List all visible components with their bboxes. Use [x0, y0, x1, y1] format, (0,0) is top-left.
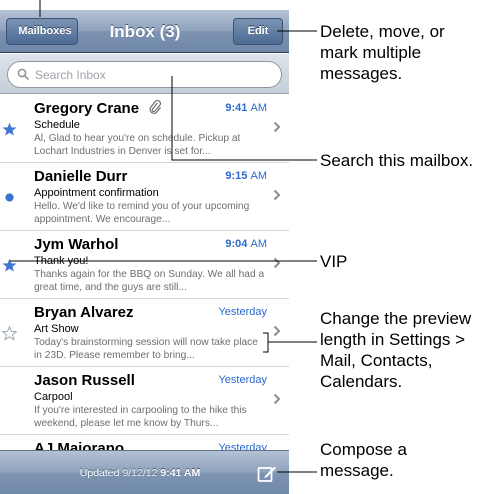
message-time-ampm: AM [250, 170, 268, 182]
message-sender: Danielle Durr [34, 168, 128, 185]
chevron-right-icon [273, 257, 281, 269]
message-time: 9:04 AM [225, 238, 267, 250]
message-row[interactable]: Jason Russell Yesterday Carpool If you're i… [0, 367, 289, 435]
message-sender: Gregory Crane [34, 100, 140, 117]
message-row[interactable]: Gregory Crane 9:41 AM Schedule Al, Glad to … [0, 95, 289, 163]
callout-preview-line: Mail, Contacts, [320, 351, 433, 370]
message-time: Yesterday [218, 306, 267, 318]
bottom-toolbar: Updated 9/12/12 9:41 AM [0, 450, 289, 494]
inbox-title: Inbox (3) [109, 22, 181, 41]
vip-star-icon [2, 258, 17, 273]
callout-vip-line: VIP [320, 252, 348, 271]
search-field[interactable] [7, 61, 282, 88]
updated-status: Updated 9/12/12 9:41 AM [40, 451, 240, 494]
vip-star-outline-icon [1, 325, 18, 341]
callout-preview-line: length in Settings > [320, 330, 466, 349]
message-preview: Thanks again for the BBQ on Sunday. We a… [34, 269, 265, 293]
message-time: Yesterday [218, 374, 267, 386]
message-preview: Al, Glad to hear you're on schedule. Pic… [34, 133, 241, 157]
updated-label: Updated [79, 467, 120, 479]
message-subject: Carpool [34, 391, 73, 403]
message-subject: Schedule [34, 119, 80, 131]
message-row[interactable]: Jym Warhol 9:04 AM Thank you! Thanks again … [0, 231, 289, 299]
message-time: 9:15 AM [225, 170, 267, 182]
updated-date: 9/12/12 [122, 467, 158, 479]
callout-edit-line: Delete, move, or [320, 22, 445, 41]
search-bar [0, 54, 289, 94]
callout-compose-line: message. [320, 461, 394, 480]
mailboxes-back-button[interactable]: Mailboxes [6, 18, 78, 45]
navigation-bar: Mailboxes Inbox (3) Edit [0, 10, 289, 53]
message-time: 9:41 AM [225, 102, 267, 114]
search-input[interactable] [35, 66, 265, 84]
message-time-value: 9:41 [225, 102, 248, 114]
callout-preview-line: Change the preview [320, 309, 472, 328]
callout-search: Search this mailbox. [320, 150, 473, 171]
message-time-ampm: AM [250, 102, 268, 114]
chevron-right-icon [273, 325, 281, 337]
chevron-right-icon [273, 189, 281, 201]
callout-preview: Change the preview length in Settings > … [320, 308, 471, 392]
callout-edit-line: messages. [320, 64, 403, 83]
message-list: Gregory Crane 9:41 AM Schedule Al, Glad to … [0, 95, 289, 469]
message-row[interactable]: Danielle Durr 9:15 AM Appointment confirma… [0, 163, 289, 231]
message-sender: Jason Russell [34, 372, 135, 389]
message-sender: Jym Warhol [34, 236, 119, 253]
message-time-value: 9:04 [225, 238, 248, 250]
callout-vip: VIP [320, 251, 347, 272]
message-sender: Bryan Alvarez [34, 304, 134, 321]
callout-search-line: Search this mailbox. [320, 151, 474, 170]
message-preview: Hello. We'd like to remind you of your u… [34, 201, 250, 225]
mail-app-screen: Mailboxes Inbox (3) Edit Gregory Crane 9:… [0, 10, 289, 494]
search-icon [17, 68, 29, 80]
message-subject: Art Show [34, 323, 79, 335]
message-time-value: 9:15 [225, 170, 248, 182]
unread-dot-icon [2, 190, 17, 205]
callout-edit-line: mark multiple [320, 43, 422, 62]
callout-compose-line: Compose a [320, 440, 407, 459]
chevron-right-icon [273, 121, 281, 133]
callout-preview-line: Calendars. [320, 372, 403, 391]
message-subject: Thank you! [34, 255, 89, 267]
vip-star-icon [2, 122, 17, 137]
chevron-right-icon [273, 393, 281, 405]
attachment-icon [149, 100, 161, 114]
updated-time: 9:41 AM [160, 467, 201, 479]
message-row[interactable]: Bryan Alvarez Yesterday Art Show Today's br… [0, 299, 289, 367]
message-preview: Today's brainstorming session will now t… [34, 337, 258, 361]
callout-edit: Delete, move, or mark multiple messages. [320, 21, 445, 84]
edit-button[interactable]: Edit [233, 18, 283, 45]
message-preview: If you're interested in carpooling to th… [34, 405, 247, 429]
message-subject: Appointment confirmation [34, 187, 159, 199]
compose-icon[interactable] [257, 464, 277, 483]
message-time-ampm: AM [250, 238, 268, 250]
callout-compose: Compose a message. [320, 439, 407, 481]
